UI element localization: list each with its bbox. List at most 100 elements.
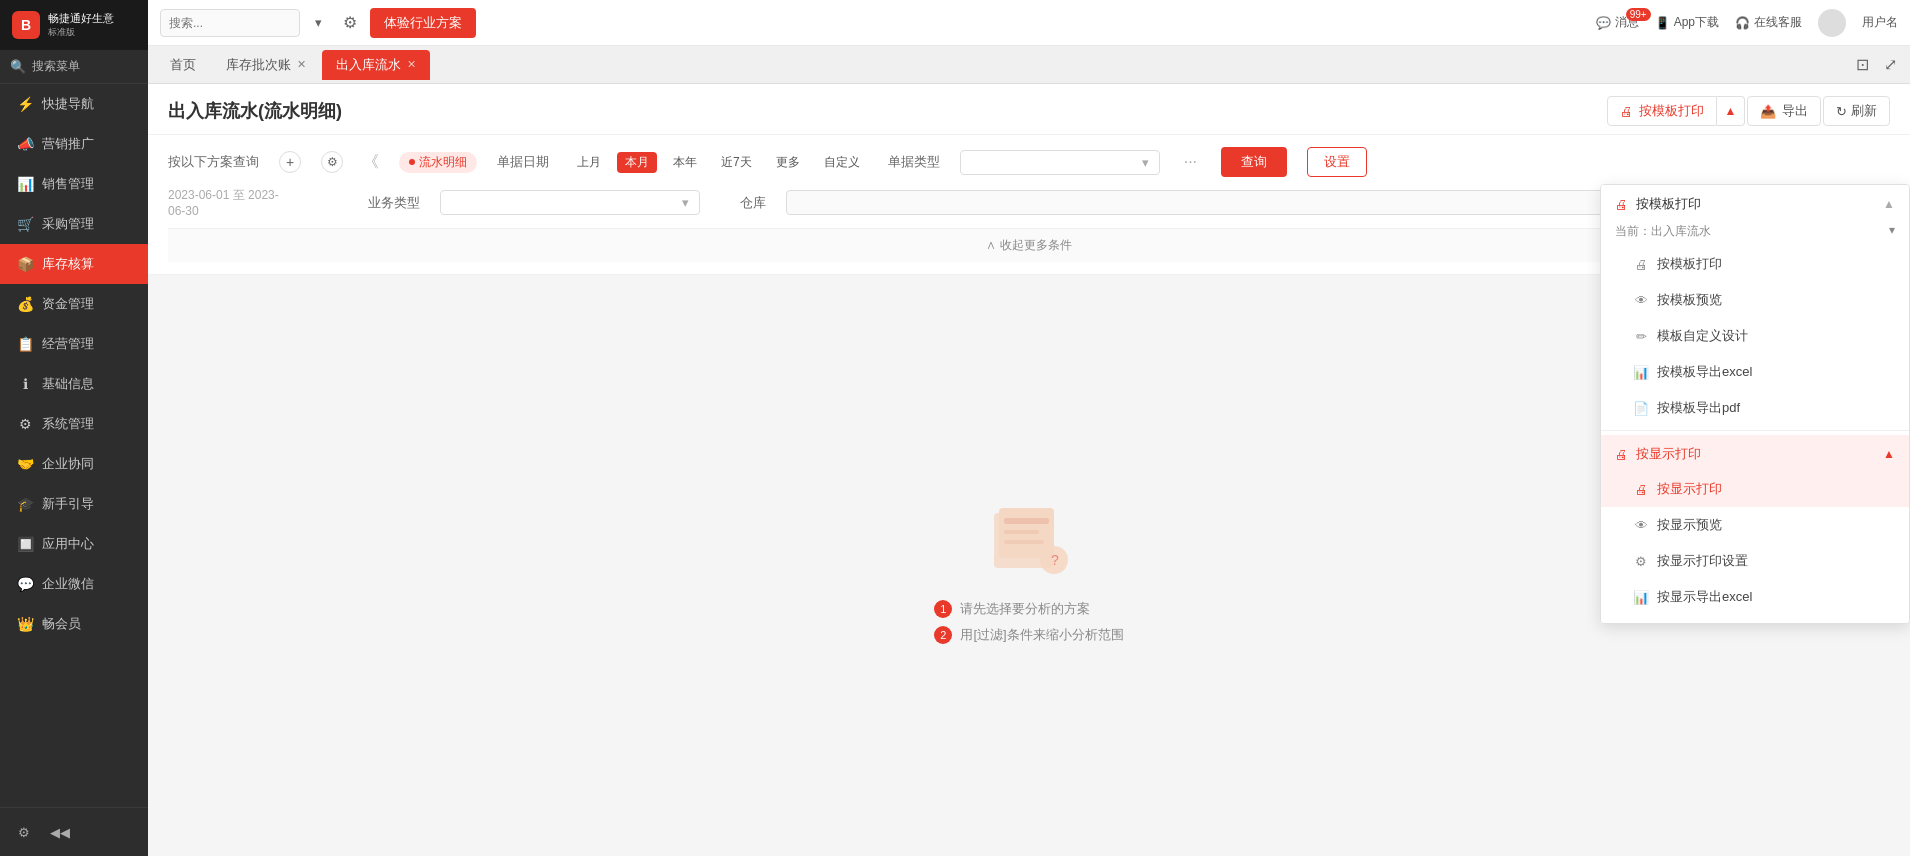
current-template-label: 当前：出入库流水 ▾ (1601, 221, 1909, 246)
refresh-btn[interactable]: ↻ 刷新 (1823, 96, 1890, 126)
sidebar-bottom: ⚙ ◀◀ (0, 807, 148, 856)
filter-collapse-left-btn[interactable]: 《 (363, 152, 379, 173)
sidebar-item-label: 应用中心 (42, 535, 94, 553)
collapse-label: 收起更多条件 (1000, 238, 1072, 252)
filter-add-btn[interactable]: + (279, 151, 301, 173)
sidebar-item-finance[interactable]: 💰 资金管理 (0, 284, 148, 324)
sidebar-item-purchase[interactable]: 🛒 采购管理 (0, 204, 148, 244)
online-service-btn[interactable]: 🎧 在线客服 (1735, 14, 1802, 31)
sidebar-item-guide[interactable]: 🎓 新手引导 (0, 484, 148, 524)
display-preview-item[interactable]: 👁 按显示预览 (1601, 507, 1909, 543)
sidebar-item-app-center[interactable]: 🔲 应用中心 (0, 524, 148, 564)
print-icon: 🖨 (1620, 104, 1633, 119)
sidebar-item-marketing[interactable]: 📣 营销推广 (0, 124, 148, 164)
inventory-icon: 📦 (16, 255, 34, 273)
template-custom-item[interactable]: ✏ 模板自定义设计 (1601, 318, 1909, 354)
tab-batch-account-close[interactable]: ✕ (297, 58, 306, 71)
sidebar-item-enterprise[interactable]: 🤝 企业协同 (0, 444, 148, 484)
template-section-chevron-icon: ▲ (1883, 197, 1895, 211)
voucher-type-select[interactable]: ▾ (960, 150, 1160, 175)
filter-row-1: 按以下方案查询 + ⚙ 《 流水明细 单据日期 上月 本月 本年 近7天 更多 … (168, 147, 1890, 177)
header-gear-btn[interactable]: ⚙ (336, 9, 364, 37)
sidebar-item-system[interactable]: ⚙ 系统管理 (0, 404, 148, 444)
date-last-7days-btn[interactable]: 近7天 (713, 152, 760, 173)
sidebar-item-quick-nav[interactable]: ⚡ 快捷导航 (0, 84, 148, 124)
header-dropdown-btn[interactable]: ▾ (306, 11, 330, 35)
enterprise-icon: 🤝 (16, 455, 34, 473)
sidebar-settings-btn[interactable]: ⚙ (10, 818, 38, 846)
sidebar-logo: B 畅捷通好生意 标准版 (0, 0, 148, 50)
display-export-excel-item[interactable]: 📊 按显示导出excel (1601, 579, 1909, 615)
display-print-settings-item[interactable]: ⚙ 按显示打印设置 (1601, 543, 1909, 579)
service-label: 在线客服 (1754, 14, 1802, 31)
filter-tag: 流水明细 (399, 152, 477, 173)
template-export-pdf-item[interactable]: 📄 按模板导出pdf (1601, 390, 1909, 426)
tab-home-label: 首页 (170, 56, 196, 74)
tabs-fullscreen-btn[interactable]: ⤢ (1878, 53, 1902, 77)
tabs-expand-btn[interactable]: ⊡ (1850, 53, 1874, 77)
sidebar-item-operations[interactable]: 📋 经营管理 (0, 324, 148, 364)
svg-rect-4 (1004, 540, 1044, 544)
date-current-month-btn[interactable]: 本月 (617, 152, 657, 173)
business-type-select[interactable]: ▾ (440, 190, 700, 215)
column-settings-btn[interactable]: 设置 (1307, 147, 1367, 177)
message-badge: 99+ (1626, 8, 1651, 21)
query-btn[interactable]: 查询 (1221, 147, 1287, 177)
voucher-type-chevron-icon: ▾ (1142, 155, 1149, 170)
industry-solution-btn[interactable]: 体验行业方案 (370, 8, 476, 38)
display-print-item-label: 按显示打印 (1657, 480, 1722, 498)
current-label-text: 当前：出入库流水 (1615, 224, 1711, 238)
username-label[interactable]: 用户名 (1862, 14, 1898, 31)
tab-home[interactable]: 首页 (156, 50, 210, 80)
page-content: 出入库流水(流水明细) 🖨 按模板打印 ▲ 📤 导出 ↻ (148, 84, 1910, 856)
tab-inout-flow-close[interactable]: ✕ (407, 58, 416, 71)
sidebar-item-inventory[interactable]: 📦 库存核算 (0, 244, 148, 284)
app-name: 畅捷通好生意 (48, 11, 114, 25)
export-btn[interactable]: 📤 导出 (1747, 96, 1821, 126)
svg-rect-3 (1004, 530, 1039, 534)
dropdown-divider-1 (1601, 430, 1909, 431)
app-download-btn[interactable]: 📱 App下载 (1655, 14, 1719, 31)
filter-settings-btn[interactable]: ⚙ (321, 151, 343, 173)
voucher-type-more-btn[interactable]: ··· (1180, 153, 1201, 171)
template-print-btn[interactable]: 🖨 按模板打印 (1607, 96, 1717, 126)
display-print-settings-label: 按显示打印设置 (1657, 552, 1748, 570)
sidebar-item-label: 企业协同 (42, 455, 94, 473)
sidebar-collapse-btn[interactable]: ◀◀ (46, 818, 74, 846)
filter-tag-label: 流水明细 (419, 154, 467, 171)
sidebar-item-label: 经营管理 (42, 335, 94, 353)
sidebar-item-wecom[interactable]: 💬 企业微信 (0, 564, 148, 604)
date-custom-btn[interactable]: 自定义 (816, 152, 868, 173)
template-print-item[interactable]: 🖨 按模板打印 (1601, 246, 1909, 282)
display-print-item[interactable]: 🖨 按显示打印 (1601, 471, 1909, 507)
chevron-up-icon: ▲ (1725, 104, 1737, 118)
refresh-icon: ↻ (1836, 104, 1847, 119)
tab-inout-flow[interactable]: 出入库流水 ✕ (322, 50, 430, 80)
tab-batch-account[interactable]: 库存批次账 ✕ (212, 50, 320, 80)
tab-batch-account-label: 库存批次账 (226, 56, 291, 74)
empty-step-1: 1 请先选择要分析的方案 (934, 600, 1123, 618)
date-more-btn[interactable]: 更多 (768, 152, 808, 173)
template-print-section-header[interactable]: 🖨 按模板打印 ▲ (1601, 185, 1909, 221)
header-search-input[interactable] (160, 9, 300, 37)
sidebar-search-menu[interactable]: 🔍 搜索菜单 (0, 50, 148, 84)
message-btn[interactable]: 💬 消息 99+ (1596, 14, 1639, 31)
sidebar-nav: ⚡ 快捷导航 📣 营销推广 📊 销售管理 🛒 采购管理 📦 库存核算 💰 资金管… (0, 84, 148, 807)
display-print-section-header[interactable]: 🖨 按显示打印 ▲ (1601, 435, 1909, 471)
template-print-item-icon: 🖨 (1633, 256, 1649, 272)
wecom-icon: 💬 (16, 575, 34, 593)
sidebar-item-sales[interactable]: 📊 销售管理 (0, 164, 148, 204)
empty-illustration: ? (979, 488, 1079, 588)
template-export-excel-item[interactable]: 📊 按模板导出excel (1601, 354, 1909, 390)
sidebar-item-member[interactable]: 👑 畅会员 (0, 604, 148, 644)
template-preview-item[interactable]: 👁 按模板预览 (1601, 282, 1909, 318)
sidebar-item-basic-info[interactable]: ℹ 基础信息 (0, 364, 148, 404)
basic-info-icon: ℹ (16, 375, 34, 393)
display-print-item-icon: 🖨 (1633, 481, 1649, 497)
print-expand-btn[interactable]: ▲ (1717, 96, 1745, 126)
display-export-pdf-item[interactable]: 📄 按显示导出pdf (1601, 615, 1909, 624)
user-avatar[interactable] (1818, 9, 1846, 37)
date-last-month-btn[interactable]: 上月 (569, 152, 609, 173)
date-current-year-btn[interactable]: 本年 (665, 152, 705, 173)
business-type-chevron-icon: ▾ (682, 195, 689, 210)
